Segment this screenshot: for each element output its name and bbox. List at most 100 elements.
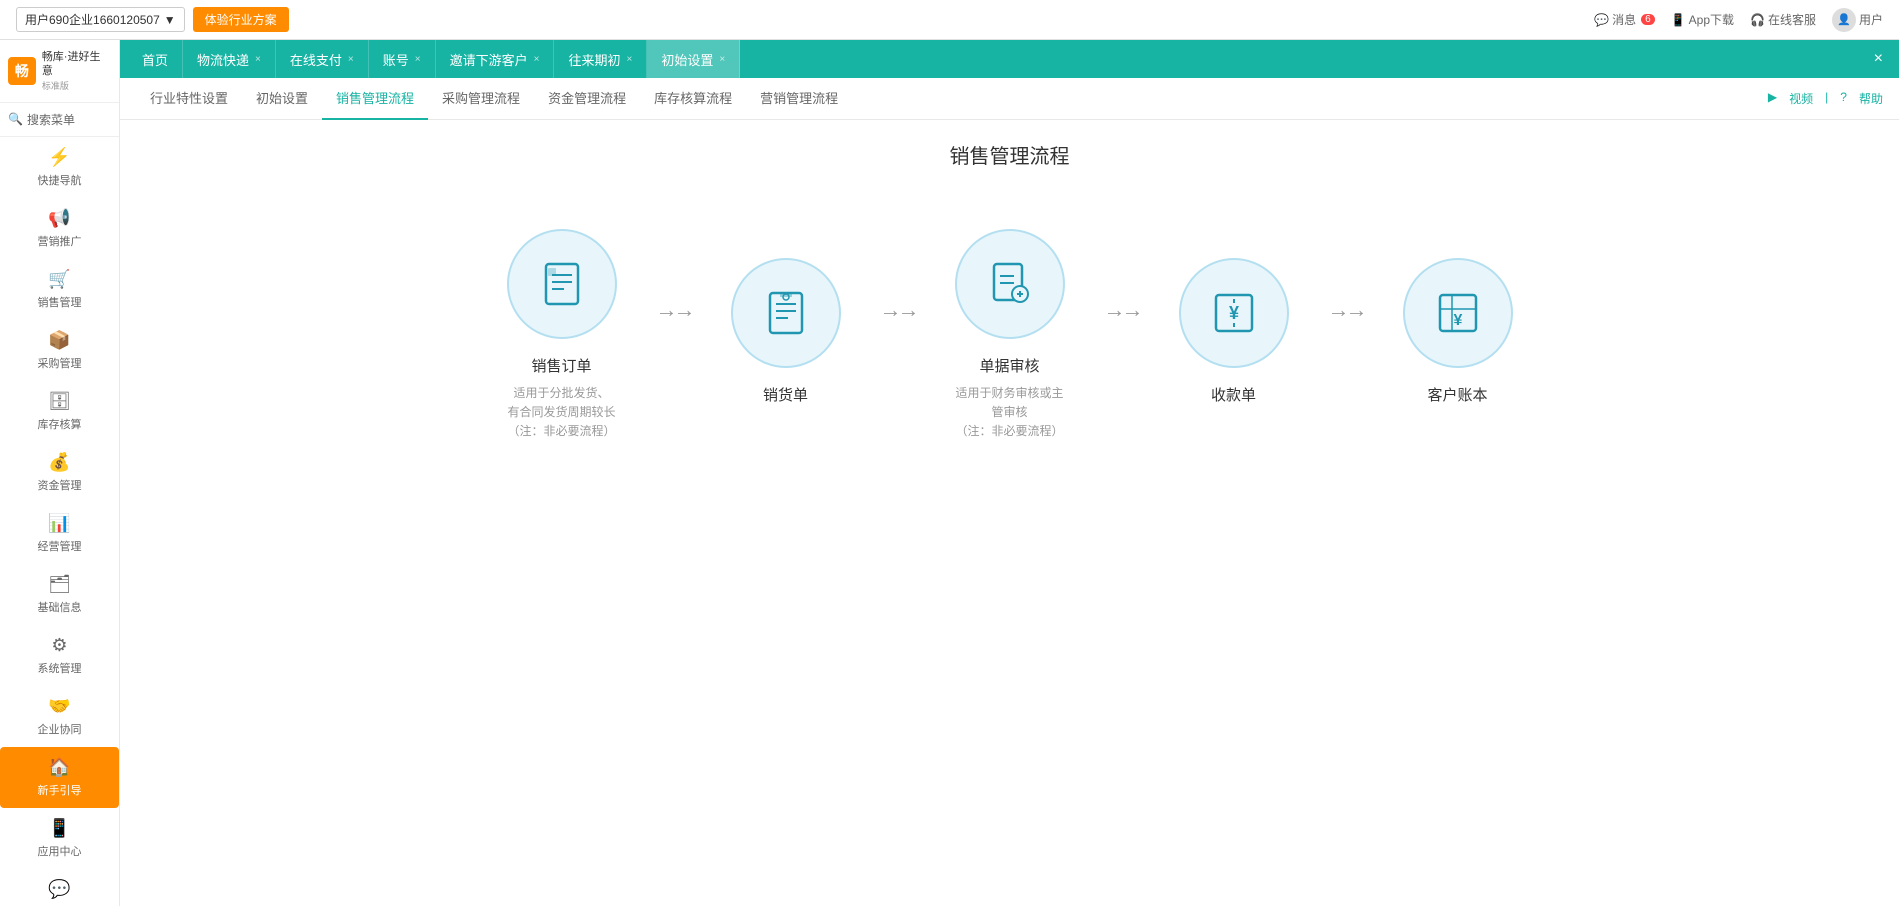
help-label[interactable]: 帮助 (1859, 90, 1883, 107)
sidebar-icon-operations: 📊 (48, 513, 70, 534)
nav-tab-0[interactable]: 首页 (128, 40, 183, 78)
sidebar-icon-quick-nav: ⚡ (48, 147, 70, 168)
sidebar-item-marketing[interactable]: 📢营销推广 (0, 198, 119, 259)
sidebar-icon-app-center: 📱 (48, 818, 70, 839)
logo-subtitle: 标准版 (42, 79, 111, 92)
sidebar-label-app-center: 应用中心 (38, 843, 82, 859)
sidebar-item-basic-info[interactable]: 🗂基础信息 (0, 564, 119, 625)
sidebar-item-enterprise-coop[interactable]: 🤝企业协同 (0, 686, 119, 747)
page-title: 销售管理流程 (160, 140, 1859, 169)
nav-tab-6[interactable]: 初始设置× (647, 40, 740, 78)
flow-item-receipt: ¥ 收款单 (1144, 258, 1324, 413)
sidebar-label-operations: 经营管理 (38, 538, 82, 554)
sub-nav-item-4[interactable]: 资金管理流程 (534, 78, 640, 120)
nav-tab-close-5[interactable]: × (626, 54, 632, 65)
flow-desc-sales-order: 适用于分批发货、有合同发货周期较长（注：非必要流程） (507, 384, 615, 442)
sidebar-item-enterprise-wechat[interactable]: 💬企业微信 (0, 869, 119, 906)
nav-tab-5[interactable]: 往来期初 × (554, 40, 647, 78)
flow-circle-document-review (955, 229, 1065, 339)
nav-tab-label-5: 往来期初 (568, 50, 620, 69)
nav-tab-2[interactable]: 在线支付× (276, 40, 369, 78)
sidebar-label-marketing: 营销推广 (38, 233, 82, 249)
sidebar-label-quick-nav: 快捷导航 (38, 172, 82, 188)
sidebar-item-finance[interactable]: 💰资金管理 (0, 442, 119, 503)
sub-nav-item-5[interactable]: 库存核算流程 (640, 78, 746, 120)
nav-tab-4[interactable]: 邀请下游客户 × (436, 40, 555, 78)
nav-tab-close-4[interactable]: × (534, 54, 540, 65)
user-selector[interactable]: 用户690企业1660120507 ▼ (16, 7, 185, 32)
sidebar-label-system: 系统管理 (38, 660, 82, 676)
sidebar-item-sales-mgmt[interactable]: 🛒 销售管理 (0, 259, 119, 320)
sub-nav-item-0[interactable]: 行业特性设置 (136, 78, 242, 120)
search-icon: 🔍 (8, 112, 23, 126)
sidebar-item-purchase[interactable]: 📦 采购管理 (0, 320, 119, 381)
message-item[interactable]: 💬 消息 6 (1594, 11, 1655, 28)
sidebar-icon-inventory: 🗄 (48, 391, 71, 412)
user-avatar-item[interactable]: 👤 用户 (1832, 8, 1883, 32)
user-name-label: 用户 (1859, 11, 1883, 28)
nav-tab-1[interactable]: 物流快递 × (183, 40, 276, 78)
top-bar-left: 用户690企业1660120507 ▼ 体验行业方案 (16, 7, 289, 32)
search-menu-label: 搜索菜单 (27, 111, 75, 128)
close-all-tabs[interactable]: × (1866, 50, 1891, 68)
flow-desc-document-review: 适用于财务审核或主管审核（注：非必要流程） (955, 384, 1063, 442)
sidebar: 畅 畅库·进好生意 标准版 🔍 搜索菜单 ⚡ 快捷导航 📢营销推广 🛒 销售管理 📦 采购管… (0, 40, 120, 906)
sidebar-icon-sales-mgmt: 🛒 (48, 269, 70, 290)
video-help-icon: ▶ (1768, 90, 1777, 107)
flow-arrow-1: →→ (876, 297, 920, 323)
sidebar-icon-purchase: 📦 (48, 330, 70, 351)
online-service-item[interactable]: 🎧 在线客服 (1750, 11, 1816, 28)
flow-item-sales-order: 销售订单 适用于分批发货、有合同发货周期较长（注：非必要流程） (472, 229, 652, 442)
sub-nav-item-1[interactable]: 初始设置 (242, 78, 322, 120)
flow-label-customer-ledger: 客户账本 (1427, 384, 1487, 405)
sidebar-item-system[interactable]: ⚙ 系统管理 (0, 625, 119, 686)
video-label[interactable]: 视频 (1789, 90, 1813, 107)
top-bar: 用户690企业1660120507 ▼ 体验行业方案 💬 消息 6 📱 App下… (0, 0, 1899, 40)
sidebar-label-sales-mgmt: 销售管理 (38, 294, 82, 310)
phone-icon: 📱 (1671, 13, 1686, 27)
sub-nav-item-6[interactable]: 营销管理流程 (746, 78, 852, 120)
message-label: 消息 (1612, 11, 1636, 28)
flow-item-sales-invoice: 销货单 (696, 258, 876, 413)
app-download-item[interactable]: 📱 App下载 (1671, 11, 1734, 28)
sidebar-item-quick-nav[interactable]: ⚡ 快捷导航 (0, 137, 119, 198)
user-selector-label: 用户690企业1660120507 (25, 11, 160, 28)
message-badge: 6 (1641, 14, 1655, 25)
nav-tab-close-2[interactable]: × (348, 54, 354, 65)
online-service-label: 在线客服 (1768, 11, 1816, 28)
sidebar-items: ⚡ 快捷导航 📢营销推广 🛒 销售管理 📦 采购管理 🗄 库存核算 💰资金管理 📊 经营管理 🗂基础信息… (0, 137, 119, 906)
nav-tab-close-6[interactable]: × (719, 54, 725, 65)
search-menu[interactable]: 🔍 搜索菜单 (0, 103, 119, 137)
sub-nav-item-3[interactable]: 采购管理流程 (428, 78, 534, 120)
headset-icon: 🎧 (1750, 13, 1765, 27)
trial-button[interactable]: 体验行业方案 (193, 7, 289, 32)
nav-tab-close-3[interactable]: × (415, 54, 421, 65)
sub-nav-item-2[interactable]: 销售管理流程 (322, 78, 428, 120)
top-bar-right: 💬 消息 6 📱 App下载 🎧 在线客服 👤 用户 (1594, 8, 1883, 32)
sidebar-label-inventory: 库存核算 (38, 416, 82, 432)
sidebar-item-app-center[interactable]: 📱 应用中心 (0, 808, 119, 869)
sidebar-icon-enterprise-wechat: 💬 (48, 879, 70, 900)
sidebar-icon-finance: 💰 (48, 452, 70, 473)
flow-label-document-review: 单据审核 (979, 355, 1039, 376)
nav-tabs-list: 首页物流快递×在线支付×账号×邀请下游客户×往来期初×初始设置× (128, 40, 740, 78)
flow-arrow-2: →→ (1100, 297, 1144, 323)
nav-tab-label-4: 邀请下游客户 (450, 50, 528, 69)
logo-text-block: 畅库·进好生意 标准版 (42, 50, 111, 92)
sidebar-item-new-guide[interactable]: 🏠新手引导 (0, 747, 119, 808)
avatar: 👤 (1832, 8, 1856, 32)
divider1: | (1825, 90, 1828, 107)
sidebar-icon-enterprise-coop: 🤝 (48, 696, 70, 717)
sidebar-item-inventory[interactable]: 🗄 库存核算 (0, 381, 119, 442)
nav-tab-label-1: 物流快递 (197, 50, 249, 69)
flow-arrow-0: →→ (652, 297, 696, 323)
logo-icon: 畅 (8, 57, 36, 85)
dropdown-icon: ▼ (164, 13, 176, 27)
flow-item-document-review: 单据审核 适用于财务审核或主管审核（注：非必要流程） (920, 229, 1100, 442)
nav-tab-3[interactable]: 账号× (369, 40, 436, 78)
flow-label-sales-order: 销售订单 (531, 355, 591, 376)
sidebar-icon-system: ⚙ (51, 635, 67, 656)
sidebar-item-operations[interactable]: 📊 经营管理 (0, 503, 119, 564)
sidebar-label-purchase: 采购管理 (38, 355, 82, 371)
nav-tab-close-1[interactable]: × (255, 54, 261, 65)
